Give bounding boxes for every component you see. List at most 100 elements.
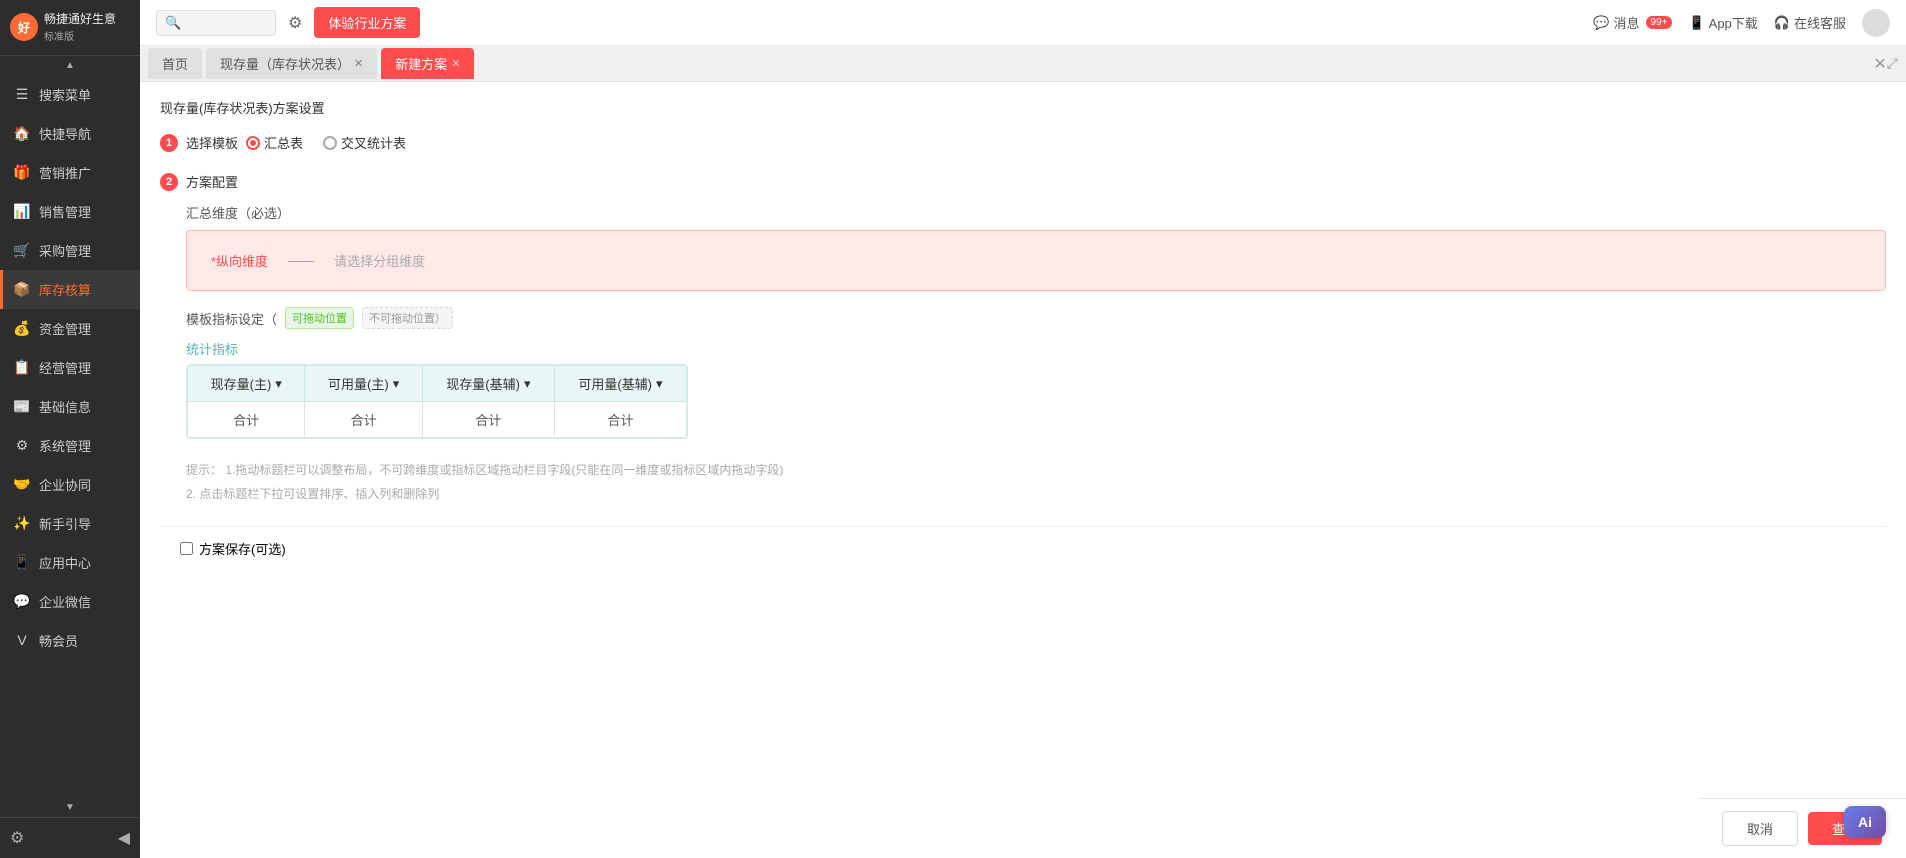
sidebar: 好 畅捷通好生意 标准版 ▲ ☰ 搜索菜单 🏠 快捷导航 🎁 营销推广 📊 销售… bbox=[0, 0, 140, 858]
sidebar-item-nav[interactable]: 🏠 快捷导航 bbox=[0, 114, 140, 153]
dimension-area-wrapper: 汇总维度（必选） *纵向维度 —— 请选择分组维度 模板指标设定（ 可拖动位置 … bbox=[186, 203, 1886, 506]
sidebar-item-newbie[interactable]: ✨ 新手引导 bbox=[0, 504, 140, 543]
save-label: 方案保存(可选) bbox=[199, 539, 286, 558]
message-btn[interactable]: 💬 消息 99+ bbox=[1593, 13, 1672, 32]
col-2-dropdown[interactable]: 可用量(主) ▾ bbox=[328, 374, 399, 393]
col-header-1[interactable]: 现存量(主) ▾ bbox=[188, 366, 305, 402]
content-inner: 现存量(库存状况表)方案设置 1 选择模板 汇总表 bbox=[140, 82, 1906, 858]
sidebar-item-enterprise[interactable]: 🤝 企业协同 bbox=[0, 465, 140, 504]
sidebar-item-operation[interactable]: 📋 经营管理 bbox=[0, 348, 140, 387]
cancel-button[interactable]: 取消 bbox=[1722, 811, 1798, 846]
sidebar-item-system[interactable]: ⚙ 系统管理 bbox=[0, 426, 140, 465]
col-4-label: 可用量(基辅) bbox=[578, 374, 652, 393]
tab-inventory-status[interactable]: 现存量（库存状况表） ✕ bbox=[206, 48, 377, 79]
logo-text-area: 畅捷通好生意 标准版 bbox=[44, 12, 116, 43]
col-4-dropdown[interactable]: 可用量(基辅) ▾ bbox=[578, 374, 662, 393]
tab-new-plan[interactable]: 新建方案 ✕ bbox=[381, 48, 474, 79]
step1-badge: 1 bbox=[160, 134, 178, 152]
app-download-btn[interactable]: 📱 App下载 bbox=[1688, 13, 1757, 32]
tab-close-panel-btn[interactable]: ✕ bbox=[1873, 54, 1886, 74]
radio-crosstab[interactable]: 交叉统计表 bbox=[323, 133, 406, 152]
sidebar-item-member-label: 畅会员 bbox=[39, 631, 78, 650]
page-title: 现存量(库存状况表)方案设置 bbox=[160, 98, 1886, 117]
step2-badge: 2 bbox=[160, 173, 178, 191]
chart-icon: 📊 bbox=[13, 202, 31, 220]
online-service-btn[interactable]: 🎧 在线客服 bbox=[1774, 13, 1846, 32]
indicator-title-text: 模板指标设定（ bbox=[186, 309, 277, 328]
tab-expand-btn[interactable]: ⤢ bbox=[1887, 55, 1898, 72]
sidebar-item-finance-label: 资金管理 bbox=[39, 319, 91, 338]
sidebar-item-nav-label: 快捷导航 bbox=[39, 124, 91, 143]
sidebar-scroll-down[interactable]: ▼ bbox=[0, 798, 140, 817]
save-checkbox[interactable] bbox=[180, 542, 193, 555]
sidebar-item-newbie-label: 新手引导 bbox=[39, 514, 91, 533]
radio-summary-dot bbox=[250, 140, 256, 146]
member-icon: V bbox=[13, 631, 31, 649]
tab-home[interactable]: 首页 bbox=[148, 48, 202, 79]
handshake-icon: 🤝 bbox=[13, 475, 31, 493]
tips-section: 提示： 1.拖动标题栏可以调整布局，不可跨维度或指标区域拖动栏目字段(只能在同一… bbox=[186, 458, 1886, 506]
sidebar-item-marketing-label: 营销推广 bbox=[39, 163, 91, 182]
stats-table-header-row: 现存量(主) ▾ 可用量(主) ▾ bbox=[188, 366, 687, 402]
trial-industry-btn[interactable]: 体验行业方案 bbox=[314, 7, 420, 38]
tab-new-plan-close-icon[interactable]: ✕ bbox=[451, 57, 460, 70]
sparkle-icon: ✨ bbox=[13, 514, 31, 532]
sidebar-item-wechat[interactable]: 💬 企业微信 bbox=[0, 582, 140, 621]
sidebar-item-sales-label: 销售管理 bbox=[39, 202, 91, 221]
user-avatar[interactable] bbox=[1862, 9, 1890, 37]
tip-2: 2. 点击标题栏下拉可设置排序、插入列和删除列 bbox=[186, 482, 1886, 506]
topbar-left: 🔍 ⚙ 体验行业方案 bbox=[156, 7, 420, 38]
sidebar-item-apps[interactable]: 📱 应用中心 bbox=[0, 543, 140, 582]
sidebar-item-basic-label: 基础信息 bbox=[39, 397, 91, 416]
sidebar-item-inventory[interactable]: 📦 库存核算 bbox=[0, 270, 140, 309]
indicator-settings: 模板指标设定（ 可拖动位置 不可拖动位置） 统计指标 bbox=[186, 307, 1886, 506]
topbar-right: 💬 消息 99+ 📱 App下载 🎧 在线客服 bbox=[1593, 9, 1890, 37]
sidebar-item-operation-label: 经营管理 bbox=[39, 358, 91, 377]
col-3-label: 现存量(基辅) bbox=[446, 374, 520, 393]
col-header-4[interactable]: 可用量(基辅) ▾ bbox=[554, 366, 686, 402]
non-draggable-tag: 不可拖动位置） bbox=[362, 307, 453, 329]
col-header-2[interactable]: 可用量(主) ▾ bbox=[305, 366, 422, 402]
step1-header: 1 选择模板 汇总表 交叉统计表 bbox=[160, 133, 1886, 152]
col-data-1: 合计 bbox=[188, 402, 305, 438]
radio-summary[interactable]: 汇总表 bbox=[246, 133, 303, 152]
radio-summary-circle bbox=[246, 136, 260, 150]
col-header-3[interactable]: 现存量(基辅) ▾ bbox=[422, 366, 554, 402]
bottom-spacer bbox=[160, 570, 1886, 630]
sidebar-item-member[interactable]: V 畅会员 bbox=[0, 621, 140, 660]
dim-separator: —— bbox=[288, 253, 314, 268]
chat-icon: 💬 bbox=[13, 592, 31, 610]
search-icon: 🔍 bbox=[165, 15, 181, 31]
tab-new-plan-label: 新建方案 bbox=[395, 54, 447, 73]
sidebar-item-purchase-label: 采购管理 bbox=[39, 241, 91, 260]
topbar-gear-btn[interactable]: ⚙ bbox=[288, 13, 302, 33]
search-menu-icon: ☰ bbox=[13, 85, 31, 103]
dimension-input-area[interactable]: *纵向维度 —— 请选择分组维度 bbox=[186, 230, 1886, 291]
message-badge: 99+ bbox=[1646, 16, 1673, 29]
sidebar-footer: ⚙ ◀ bbox=[0, 817, 140, 858]
sidebar-collapse-btn[interactable]: ◀ bbox=[118, 828, 130, 848]
clipboard-icon: 📋 bbox=[13, 358, 31, 376]
sidebar-item-sales[interactable]: 📊 销售管理 bbox=[0, 192, 140, 231]
col-1-arrow: ▾ bbox=[275, 376, 282, 392]
app-download-label: App下载 bbox=[1709, 13, 1758, 32]
sidebar-item-marketing[interactable]: 🎁 营销推广 bbox=[0, 153, 140, 192]
stats-table-data-row: 合计 合计 合计 合计 bbox=[188, 402, 687, 438]
sidebar-item-basic[interactable]: 📰 基础信息 bbox=[0, 387, 140, 426]
stats-table-container: 现存量(主) ▾ 可用量(主) ▾ bbox=[186, 364, 688, 439]
col-1-dropdown[interactable]: 现存量(主) ▾ bbox=[211, 374, 282, 393]
step2-header: 2 方案配置 bbox=[160, 172, 1886, 191]
sidebar-settings-btn[interactable]: ⚙ bbox=[10, 828, 24, 848]
sidebar-item-search[interactable]: ☰ 搜索菜单 bbox=[0, 75, 140, 114]
tab-inventory-close-icon[interactable]: ✕ bbox=[354, 57, 363, 70]
col-3-dropdown[interactable]: 现存量(基辅) ▾ bbox=[446, 374, 530, 393]
gift-icon: 🎁 bbox=[13, 163, 31, 181]
topbar-search-bar[interactable]: 🔍 bbox=[156, 10, 276, 36]
dimension-required-label: 汇总维度（必选） bbox=[186, 203, 1886, 222]
sidebar-scroll-up[interactable]: ▲ bbox=[0, 56, 140, 75]
sidebar-item-finance[interactable]: 💰 资金管理 bbox=[0, 309, 140, 348]
sidebar-item-purchase[interactable]: 🛒 采购管理 bbox=[0, 231, 140, 270]
newspaper-icon: 📰 bbox=[13, 397, 31, 415]
ai-float-button[interactable]: Ai bbox=[1844, 806, 1886, 838]
box-icon: 📦 bbox=[13, 280, 31, 298]
